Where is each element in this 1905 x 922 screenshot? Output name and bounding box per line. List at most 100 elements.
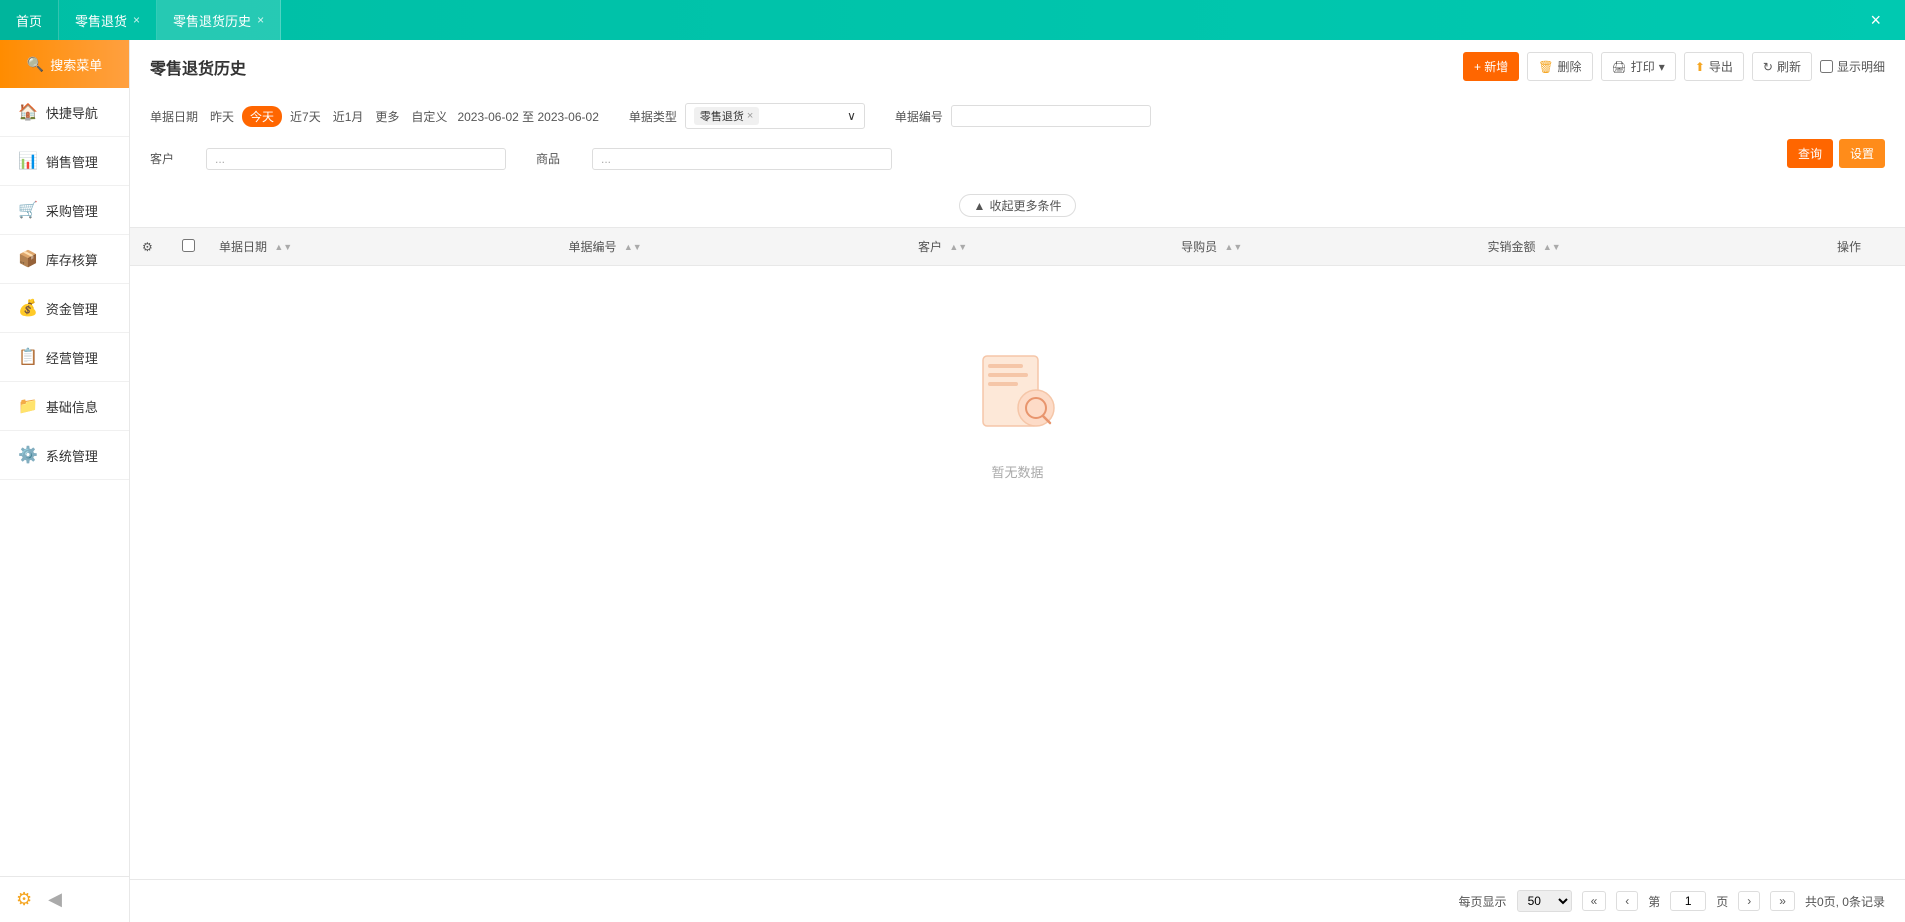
sidebar-item-inventory[interactable]: 📦 库存核算 bbox=[0, 235, 129, 284]
search-icon: 🔍 bbox=[27, 56, 44, 73]
filter-date: 单据日期 昨天 今天 近7天 近1月 更多 自定义 2023-06-02 至 2… bbox=[150, 106, 599, 127]
tab-retail-return-history[interactable]: 零售退货历史 × bbox=[157, 0, 281, 40]
inventory-icon: 📦 bbox=[18, 249, 38, 269]
collapse-up-icon: ▲ bbox=[974, 199, 986, 213]
purchase-icon: 🛒 bbox=[18, 200, 38, 220]
print-button[interactable]: 🖨 打印 ▾ bbox=[1601, 52, 1676, 81]
settings-button[interactable]: 设置 bbox=[1839, 139, 1885, 168]
th-ops-label: 操作 bbox=[1837, 240, 1861, 254]
top-bar: 首页 零售退货 × 零售退货历史 × × bbox=[0, 0, 1905, 40]
sidebar-item-sales-label: 销售管理 bbox=[46, 152, 98, 171]
sidebar-item-purchase[interactable]: 🛒 采购管理 bbox=[0, 186, 129, 235]
tab-retail-return[interactable]: 零售退货 × bbox=[59, 0, 157, 40]
window-close-button[interactable]: × bbox=[1862, 6, 1889, 35]
sidebar-item-inventory-label: 库存核算 bbox=[46, 250, 98, 269]
th-number: 单据编号 ▲▼ bbox=[556, 228, 905, 266]
sidebar-item-purchase-label: 采购管理 bbox=[46, 201, 98, 220]
empty-text: 暂无数据 bbox=[991, 462, 1043, 481]
refresh-button[interactable]: ↻ 刷新 bbox=[1752, 52, 1812, 81]
guide-sort-icon[interactable]: ▲▼ bbox=[1225, 243, 1243, 252]
th-check bbox=[170, 228, 207, 266]
select-all-checkbox[interactable] bbox=[182, 239, 195, 252]
finance-icon: 💰 bbox=[18, 298, 38, 318]
new-button-label: + 新增 bbox=[1474, 58, 1508, 75]
collapse-sidebar-icon[interactable]: ◀ bbox=[48, 889, 62, 910]
sidebar-item-quick-nav[interactable]: 🏠 快捷导航 bbox=[0, 88, 129, 137]
date-btn-custom[interactable]: 自定义 bbox=[407, 106, 451, 127]
filter-area: 单据日期 昨天 今天 近7天 近1月 更多 自定义 2023-06-02 至 2… bbox=[150, 93, 1885, 227]
sidebar-item-system[interactable]: ⚙️ 系统管理 bbox=[0, 431, 129, 480]
number-sort-icon[interactable]: ▲▼ bbox=[624, 243, 642, 252]
page-header: 零售退货历史 + 新增 🗑 删除 🖨 打印 ▾ ⬆ bbox=[130, 40, 1905, 228]
th-gear[interactable]: ⚙ bbox=[130, 228, 170, 266]
th-guide: 导购员 ▲▼ bbox=[1169, 228, 1475, 266]
query-button[interactable]: 查询 bbox=[1787, 139, 1833, 168]
page-label: 第 bbox=[1648, 893, 1660, 910]
th-customer-label: 客户 bbox=[918, 240, 942, 254]
display-detail-check[interactable]: 显示明细 bbox=[1820, 58, 1885, 75]
th-amount: 实销金额 ▲▼ bbox=[1475, 228, 1825, 266]
amount-sort-icon[interactable]: ▲▼ bbox=[1543, 243, 1561, 252]
th-guide-label: 导购员 bbox=[1181, 240, 1217, 254]
type-select[interactable]: 零售退货 × ∨ bbox=[685, 103, 865, 129]
sidebar-search-label: 搜索菜单 bbox=[50, 55, 102, 74]
collapse-button[interactable]: ▲ 收起更多条件 bbox=[959, 194, 1077, 217]
refresh-button-label: 刷新 bbox=[1777, 58, 1801, 75]
sidebar-item-system-label: 系统管理 bbox=[46, 446, 98, 465]
next-page-button[interactable]: › bbox=[1738, 891, 1760, 911]
last-page-button[interactable]: » bbox=[1770, 891, 1795, 911]
tab-retail-return-history-close[interactable]: × bbox=[257, 13, 264, 27]
empty-state-icon bbox=[968, 346, 1068, 446]
tab-retail-return-label: 零售退货 bbox=[75, 11, 127, 30]
new-button[interactable]: + 新增 bbox=[1463, 52, 1519, 81]
date-btn-more[interactable]: 更多 bbox=[371, 106, 403, 127]
type-tag-close[interactable]: × bbox=[747, 110, 753, 122]
print-button-label: 打印 bbox=[1631, 58, 1655, 75]
tab-retail-return-history-label: 零售退货历史 bbox=[173, 11, 251, 30]
number-filter-label: 单据编号 bbox=[895, 108, 945, 125]
export-button[interactable]: ⬆ 导出 bbox=[1684, 52, 1744, 81]
filter-type: 单据类型 零售退货 × ∨ bbox=[629, 103, 865, 129]
settings-button-label: 设置 bbox=[1850, 145, 1874, 162]
sidebar-item-sales[interactable]: 📊 销售管理 bbox=[0, 137, 129, 186]
date-btn-yesterday[interactable]: 昨天 bbox=[206, 106, 238, 127]
sidebar-search[interactable]: 🔍 搜索菜单 bbox=[0, 40, 129, 88]
number-input[interactable] bbox=[951, 105, 1151, 127]
customer-input[interactable]: ... bbox=[206, 148, 506, 170]
settings-icon[interactable]: ⚙ bbox=[16, 889, 32, 910]
th-amount-label: 实销金额 bbox=[1487, 240, 1535, 254]
sidebar-item-operations[interactable]: 📋 经营管理 bbox=[0, 333, 129, 382]
sidebar: 🔍 搜索菜单 🏠 快捷导航 📊 销售管理 🛒 采购管理 📦 库存核算 💰 资金管… bbox=[0, 40, 130, 922]
delete-button[interactable]: 🗑 删除 bbox=[1527, 52, 1592, 81]
date-range-display: 2023-06-02 至 2023-06-02 bbox=[457, 108, 598, 125]
tab-retail-return-close[interactable]: × bbox=[133, 13, 140, 27]
empty-row: 暂无数据 bbox=[130, 266, 1905, 562]
date-btn-today[interactable]: 今天 bbox=[242, 106, 282, 127]
date-btn-7days[interactable]: 近7天 bbox=[286, 106, 325, 127]
sidebar-item-basic[interactable]: 📁 基础信息 bbox=[0, 382, 129, 431]
sidebar-item-finance[interactable]: 💰 资金管理 bbox=[0, 284, 129, 333]
per-page-select[interactable]: 50 100 200 bbox=[1517, 890, 1572, 912]
date-buttons: 昨天 今天 近7天 近1月 更多 自定义 bbox=[206, 106, 451, 127]
basic-icon: 📁 bbox=[18, 396, 38, 416]
date-filter-label: 单据日期 bbox=[150, 108, 200, 125]
table-body: 暂无数据 bbox=[130, 266, 1905, 562]
top-tabs: 首页 零售退货 × 零售退货历史 × bbox=[0, 0, 1862, 40]
total-label: 共0页, 0条记录 bbox=[1805, 893, 1885, 910]
date-btn-1month[interactable]: 近1月 bbox=[329, 106, 368, 127]
first-page-button[interactable]: « bbox=[1582, 891, 1607, 911]
goods-filter-label: 商品 bbox=[536, 150, 586, 167]
prev-page-button[interactable]: ‹ bbox=[1616, 891, 1638, 911]
page-input[interactable] bbox=[1670, 891, 1706, 911]
main-layout: 🔍 搜索菜单 🏠 快捷导航 📊 销售管理 🛒 采购管理 📦 库存核算 💰 资金管… bbox=[0, 40, 1905, 922]
collapse-bar: ▲ 收起更多条件 bbox=[150, 188, 1885, 227]
th-ops: 操作 bbox=[1825, 228, 1905, 266]
collapse-label: 收起更多条件 bbox=[989, 197, 1061, 214]
goods-input[interactable]: ... bbox=[592, 148, 892, 170]
display-detail-checkbox[interactable] bbox=[1820, 60, 1833, 73]
date-sort-icon[interactable]: ▲▼ bbox=[274, 243, 292, 252]
operations-icon: 📋 bbox=[18, 347, 38, 367]
customer-sort-icon[interactable]: ▲▼ bbox=[949, 243, 967, 252]
tab-home[interactable]: 首页 bbox=[0, 0, 59, 40]
toolbar: + 新增 🗑 删除 🖨 打印 ▾ ⬆ 导出 bbox=[1463, 52, 1885, 81]
